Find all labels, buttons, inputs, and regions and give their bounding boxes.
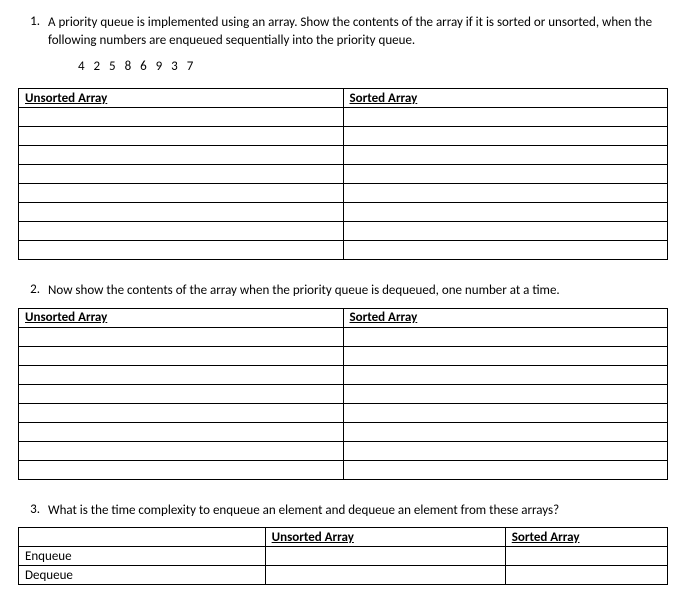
cell-unsorted: [19, 146, 344, 165]
cell-unsorted: [19, 441, 344, 460]
table-header-row: Unsorted Array Sorted Array: [19, 528, 668, 547]
q3-table: Unsorted Array Sorted Array Enqueue Dequ…: [18, 527, 668, 585]
cell-unsorted: [19, 108, 344, 127]
cell-sorted: [343, 422, 668, 441]
question-1-text: A priority queue is implemented using an…: [48, 14, 668, 49]
table-row: [19, 165, 668, 184]
table-row: [19, 365, 668, 384]
question-1: 1. A priority queue is implemented using…: [18, 14, 668, 49]
cell-unsorted: [19, 222, 344, 241]
cell-unsorted: [19, 384, 344, 403]
table-row: [19, 403, 668, 422]
cell-unsorted: [19, 403, 344, 422]
table-row: [19, 127, 668, 146]
cell-sorted: [343, 365, 668, 384]
cell-unsorted: [19, 327, 344, 346]
cell-unsorted: [265, 547, 505, 566]
question-2: 2. Now show the contents of the array wh…: [18, 282, 668, 300]
row-label-dequeue: Dequeue: [19, 566, 266, 585]
cell-unsorted: [19, 346, 344, 365]
table-row: [19, 384, 668, 403]
cell-sorted: [343, 327, 668, 346]
cell-sorted: [343, 441, 668, 460]
cell-sorted: [343, 403, 668, 422]
cell-sorted: [343, 146, 668, 165]
question-2-text: Now show the contents of the array when …: [48, 282, 668, 300]
q2-table: Unsorted Array Sorted Array: [18, 308, 668, 480]
header-sorted: Sorted Array: [343, 308, 668, 327]
cell-sorted: [343, 184, 668, 203]
table-row: [19, 327, 668, 346]
cell-sorted: [343, 222, 668, 241]
cell-sorted: [505, 566, 667, 585]
table-header-row: Unsorted Array Sorted Array: [19, 89, 668, 108]
question-1-numbers: 4 2 5 8 6 9 3 7: [78, 59, 668, 74]
cell-unsorted: [19, 241, 344, 260]
cell-unsorted: [19, 127, 344, 146]
cell-unsorted: [265, 566, 505, 585]
header-unsorted: Unsorted Array: [19, 308, 344, 327]
cell-sorted: [343, 127, 668, 146]
q1-table: Unsorted Array Sorted Array: [18, 88, 668, 260]
header-unsorted: Unsorted Array: [265, 528, 505, 547]
cell-sorted: [343, 241, 668, 260]
cell-sorted: [343, 384, 668, 403]
table-row: [19, 108, 668, 127]
table-header-row: Unsorted Array Sorted Array: [19, 308, 668, 327]
table-row: [19, 146, 668, 165]
table-row: [19, 203, 668, 222]
table-row: Enqueue: [19, 547, 668, 566]
question-2-number: 2.: [18, 282, 48, 300]
table-row: [19, 460, 668, 479]
question-3: 3. What is the time complexity to enqueu…: [18, 502, 668, 520]
cell-sorted: [343, 203, 668, 222]
cell-unsorted: [19, 184, 344, 203]
cell-unsorted: [19, 422, 344, 441]
cell-unsorted: [19, 203, 344, 222]
table-row: [19, 222, 668, 241]
cell-unsorted: [19, 365, 344, 384]
question-3-number: 3.: [18, 502, 48, 520]
header-empty: [19, 528, 266, 547]
cell-unsorted: [19, 165, 344, 184]
worksheet-page: 1. A priority queue is implemented using…: [0, 0, 686, 599]
cell-sorted: [343, 346, 668, 365]
table-row: [19, 346, 668, 365]
table-row: [19, 184, 668, 203]
cell-sorted: [343, 108, 668, 127]
question-1-number: 1.: [18, 14, 48, 49]
cell-sorted: [505, 547, 667, 566]
row-label-enqueue: Enqueue: [19, 547, 266, 566]
question-3-text: What is the time complexity to enqueue a…: [48, 502, 668, 520]
header-sorted: Sorted Array: [505, 528, 667, 547]
table-row: [19, 241, 668, 260]
table-row: [19, 441, 668, 460]
table-row: Dequeue: [19, 566, 668, 585]
header-unsorted: Unsorted Array: [19, 89, 344, 108]
cell-unsorted: [19, 460, 344, 479]
table-row: [19, 422, 668, 441]
cell-sorted: [343, 165, 668, 184]
cell-sorted: [343, 460, 668, 479]
header-sorted: Sorted Array: [343, 89, 668, 108]
